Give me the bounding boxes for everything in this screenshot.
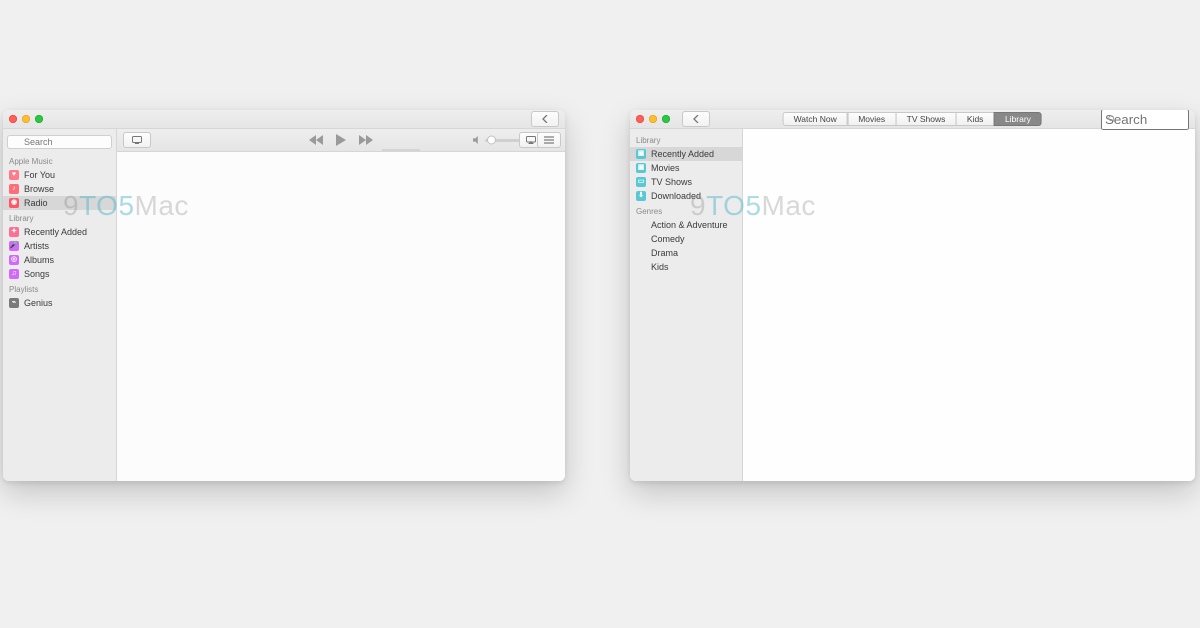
play-icon	[335, 134, 347, 146]
playback-controls	[309, 134, 373, 146]
sidebar-item-label: Downloaded	[651, 190, 701, 202]
sidebar-item-action[interactable]: Action & Adventure	[630, 218, 742, 232]
search-field-wrap	[7, 135, 112, 149]
tab-kids[interactable]: Kids	[956, 112, 995, 126]
music-titlebar	[3, 110, 565, 129]
tv-sidebar: Library ▣ Recently Added ▣ Movies ▭ TV S…	[630, 129, 743, 481]
sidebar-item-label: Movies	[651, 162, 680, 174]
music-main	[117, 129, 565, 481]
device-button[interactable]	[123, 132, 151, 148]
traffic-lights	[9, 115, 43, 123]
section-library: Library	[3, 210, 116, 225]
sidebar-item-comedy[interactable]: Comedy	[630, 232, 742, 246]
device-icon	[132, 136, 142, 144]
sidebar-item-label: Albums	[24, 254, 54, 266]
download-icon: ⬇	[636, 191, 646, 201]
minimize-button[interactable]	[22, 115, 30, 123]
music-window: Apple Music ♥ For You ♪ Browse ◉ Radio L…	[3, 110, 565, 481]
tab-library[interactable]: Library	[994, 112, 1042, 126]
sidebar-item-label: Genius	[24, 297, 53, 309]
previous-button[interactable]	[309, 135, 323, 145]
section-playlists: Playlists	[3, 281, 116, 296]
sidebar-item-label: For You	[24, 169, 55, 181]
close-button[interactable]	[9, 115, 17, 123]
tv-content-area	[743, 129, 1195, 481]
search-input[interactable]	[7, 135, 112, 149]
sidebar-item-label: Action & Adventure	[651, 219, 728, 231]
heart-icon: ♥	[9, 170, 19, 180]
sidebar-item-label: Radio	[24, 197, 48, 209]
slider-thumb[interactable]	[487, 136, 496, 145]
chevron-left-icon	[693, 115, 699, 123]
music-sidebar: Apple Music ♥ For You ♪ Browse ◉ Radio L…	[3, 129, 117, 481]
section-library: Library	[630, 132, 742, 147]
tab-movies[interactable]: Movies	[847, 112, 896, 126]
sidebar-item-label: Comedy	[651, 233, 685, 245]
sidebar-item-drama[interactable]: Drama	[630, 246, 742, 260]
minimize-button[interactable]	[649, 115, 657, 123]
next-button[interactable]	[359, 135, 373, 145]
play-button[interactable]	[335, 134, 347, 146]
sidebar-item-label: Recently Added	[24, 226, 87, 238]
prev-icon	[309, 135, 323, 145]
tab-watch-now[interactable]: Watch Now	[783, 112, 848, 126]
sidebar-item-label: TV Shows	[651, 176, 692, 188]
search-input[interactable]	[1101, 110, 1189, 130]
sidebar-item-label: Recently Added	[651, 148, 714, 160]
search-field-wrap	[1101, 110, 1189, 130]
list-icon	[544, 136, 554, 144]
zoom-button[interactable]	[662, 115, 670, 123]
genius-icon: ⌁	[9, 298, 19, 308]
radio-icon: ◉	[9, 198, 19, 208]
sidebar-item-songs[interactable]: ♫ Songs	[3, 267, 116, 281]
tv-tabs: Watch Now Movies TV Shows Kids Library	[783, 112, 1042, 126]
mic-icon: 🎤	[9, 241, 19, 251]
film-icon: ▣	[636, 163, 646, 173]
sidebar-item-label: Artists	[24, 240, 49, 252]
next-icon	[359, 135, 373, 145]
sidebar-item-radio[interactable]: ◉ Radio	[3, 196, 116, 210]
sidebar-item-tv-shows[interactable]: ▭ TV Shows	[630, 175, 742, 189]
sidebar-item-recently-added[interactable]: ▣ Recently Added	[630, 147, 742, 161]
section-apple-music: Apple Music	[3, 153, 116, 168]
traffic-lights	[636, 115, 670, 123]
sidebar-item-movies[interactable]: ▣ Movies	[630, 161, 742, 175]
sidebar-item-for-you[interactable]: ♥ For You	[3, 168, 116, 182]
film-icon: ▣	[636, 149, 646, 159]
sidebar-item-albums[interactable]: ◎ Albums	[3, 253, 116, 267]
tv-titlebar: Watch Now Movies TV Shows Kids Library	[630, 110, 1195, 129]
back-button[interactable]	[682, 111, 710, 127]
tv-icon: ▭	[636, 177, 646, 187]
music-toolbar	[117, 129, 565, 152]
sidebar-item-label: Songs	[24, 268, 50, 280]
tv-window: Watch Now Movies TV Shows Kids Library L…	[630, 110, 1195, 481]
note-icon: ♫	[9, 269, 19, 279]
sidebar-item-recently-added[interactable]: ✦ Recently Added	[3, 225, 116, 239]
sidebar-item-browse[interactable]: ♪ Browse	[3, 182, 116, 196]
progress-bar[interactable]	[382, 149, 420, 151]
airplay-icon	[526, 136, 536, 144]
sidebar-item-label: Drama	[651, 247, 678, 259]
tab-tv-shows[interactable]: TV Shows	[896, 112, 957, 126]
sidebar-item-artists[interactable]: 🎤 Artists	[3, 239, 116, 253]
sidebar-item-kids[interactable]: Kids	[630, 260, 742, 274]
sidebar-item-genius[interactable]: ⌁ Genius	[3, 296, 116, 310]
sidebar-item-label: Browse	[24, 183, 54, 195]
volume-control	[473, 136, 525, 144]
close-button[interactable]	[636, 115, 644, 123]
disc-icon: ◎	[9, 255, 19, 265]
note-icon: ♪	[9, 184, 19, 194]
sidebar-item-downloaded[interactable]: ⬇ Downloaded	[630, 189, 742, 203]
clock-icon: ✦	[9, 227, 19, 237]
music-content-area	[117, 152, 565, 481]
sidebar-item-label: Kids	[651, 261, 669, 273]
section-genres: Genres	[630, 203, 742, 218]
list-button[interactable]	[537, 132, 561, 148]
volume-icon	[473, 136, 481, 144]
back-button[interactable]	[531, 111, 559, 127]
chevron-left-icon	[542, 115, 548, 123]
zoom-button[interactable]	[35, 115, 43, 123]
